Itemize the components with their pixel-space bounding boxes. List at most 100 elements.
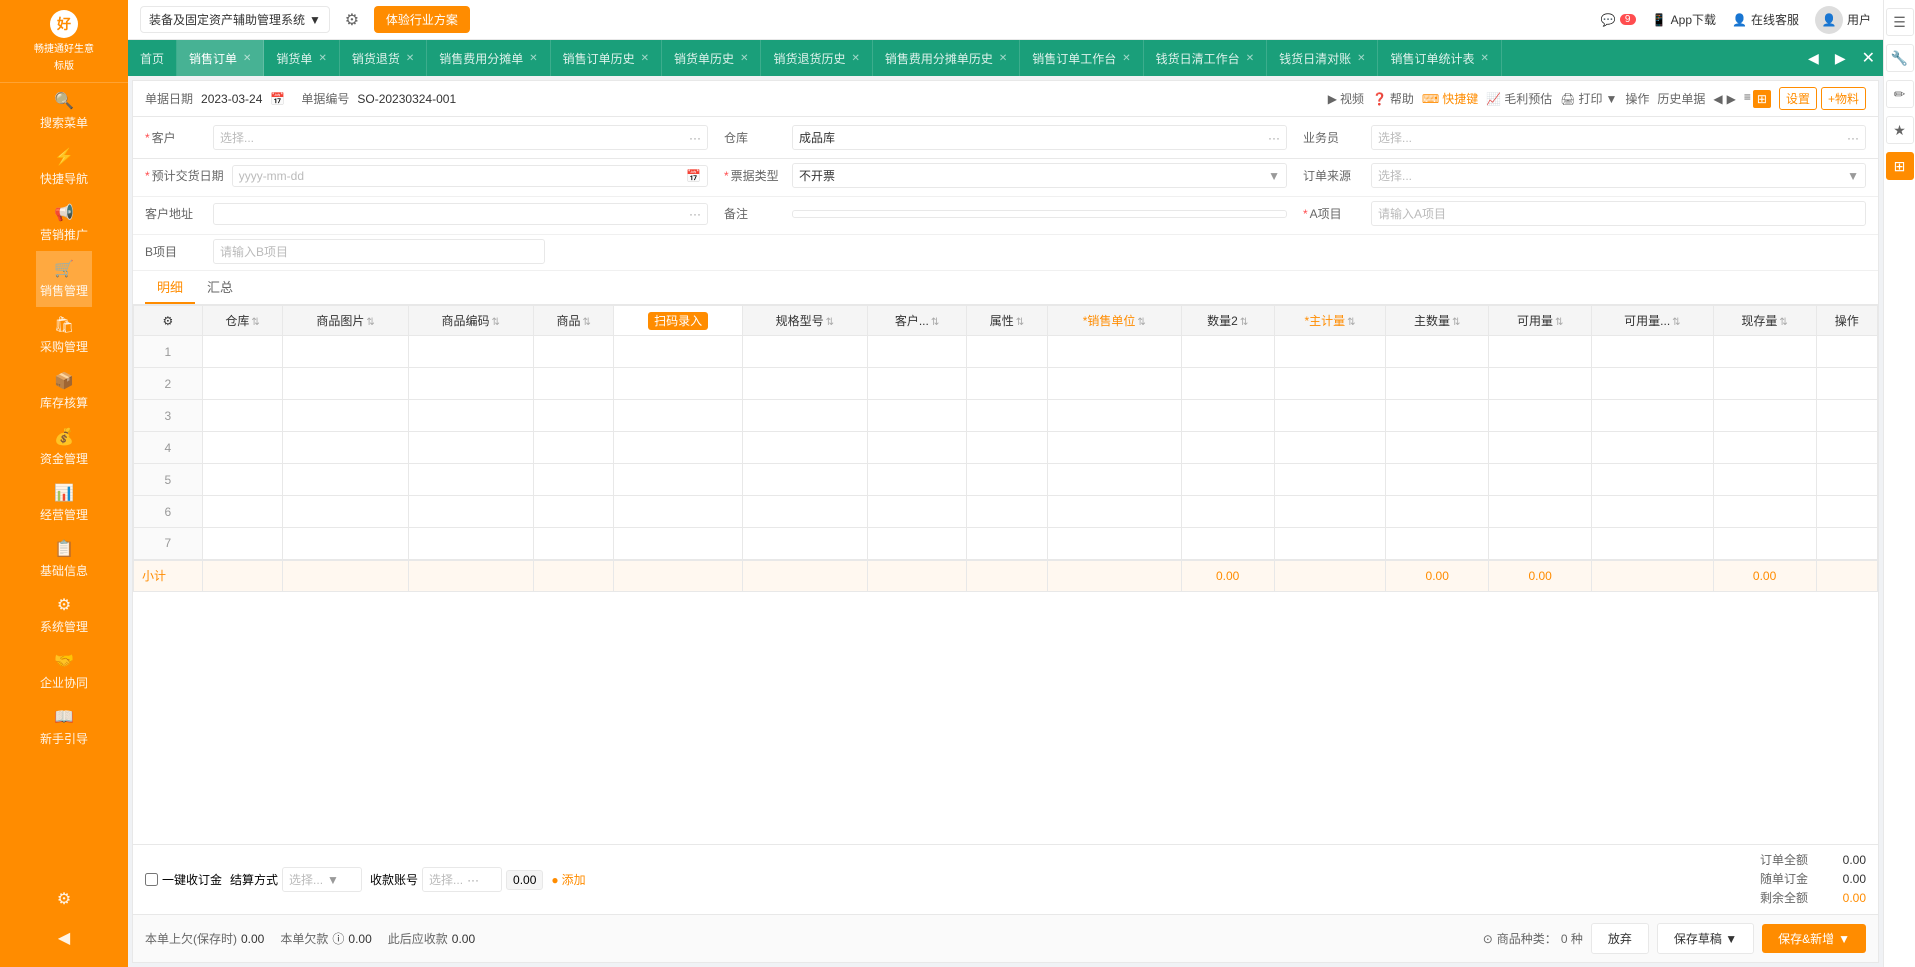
tab-close-icon[interactable]: ✕ bbox=[851, 53, 859, 64]
settings-button[interactable]: ⚙ bbox=[338, 6, 366, 34]
tab-销售费用分摊单历史[interactable]: 销售费用分摊单历史✕ bbox=[873, 40, 1020, 76]
app-download-action[interactable]: 📱 App下载 bbox=[1652, 11, 1716, 28]
history-btn[interactable]: 历史单据 bbox=[1657, 90, 1705, 107]
sidebar-item-营销推广[interactable]: 📢营销推广 bbox=[36, 195, 92, 251]
tab-销售订单历史[interactable]: 销售订单历史✕ bbox=[551, 40, 662, 76]
tab-钱货日清工作台[interactable]: 钱货日清工作台✕ bbox=[1144, 40, 1267, 76]
help-btn[interactable]: ❓ 帮助 bbox=[1372, 90, 1414, 107]
tab-prev-btn[interactable]: ◀ bbox=[1800, 50, 1827, 67]
tab-close-all-btn[interactable]: ✕ bbox=[1854, 48, 1883, 68]
sidebar-item-资金管理[interactable]: 💰资金管理 bbox=[36, 419, 92, 475]
add-item-btn[interactable]: +物料 bbox=[1821, 87, 1866, 110]
account-select[interactable]: 选择... ··· bbox=[422, 867, 502, 892]
quick-pay-checkbox[interactable]: 一键收订金 bbox=[145, 871, 222, 888]
settlement-select[interactable]: 选择... ▼ bbox=[282, 867, 362, 892]
app-selector[interactable]: 装备及固定资产辅助管理系统 ▼ bbox=[140, 6, 330, 33]
tab-首页[interactable]: 首页 bbox=[128, 40, 177, 76]
tab-销货退货[interactable]: 销货退货✕ bbox=[340, 40, 427, 76]
tab-close-icon[interactable]: ✕ bbox=[318, 53, 326, 64]
discard-button[interactable]: 放弃 bbox=[1591, 923, 1649, 954]
ops-btn[interactable]: 操作 bbox=[1625, 90, 1649, 107]
tab-销售费用分摊单[interactable]: 销售费用分摊单✕ bbox=[427, 40, 550, 76]
tab-close-icon[interactable]: ✕ bbox=[1481, 53, 1489, 64]
sidebar-settings[interactable]: ⚙ bbox=[0, 881, 128, 920]
prev-record-btn[interactable]: ◀ bbox=[1713, 92, 1722, 106]
invoice-type-input[interactable]: 不开票 ▼ bbox=[792, 163, 1287, 188]
cell-customer_code bbox=[867, 336, 966, 368]
tab-销售订单统计表[interactable]: 销售订单统计表✕ bbox=[1378, 40, 1501, 76]
tab-close-icon[interactable]: ✕ bbox=[999, 53, 1007, 64]
quick-pay-check[interactable] bbox=[145, 873, 158, 886]
order-table: ⚙仓库⇅商品图片⇅商品编码⇅商品⇅扫码录入规格型号⇅客户...⇅属性⇅*销售单位… bbox=[133, 305, 1878, 592]
sidebar-collapse[interactable]: ◀ bbox=[0, 920, 128, 959]
salesperson-input[interactable]: 选择... ··· bbox=[1371, 125, 1866, 150]
shortcut-btn[interactable]: ⌨ 快捷键 bbox=[1422, 90, 1478, 107]
date-value[interactable]: 2023-03-24 bbox=[201, 92, 262, 106]
sidebar-icon: 📋 bbox=[54, 539, 74, 559]
order-source-input[interactable]: 选择... ▼ bbox=[1371, 163, 1866, 188]
save-new-button[interactable]: 保存&新增 ▼ bbox=[1762, 924, 1866, 953]
print-btn[interactable]: 🖨 打印 ▼ bbox=[1560, 90, 1617, 107]
sidebar-item-采购管理[interactable]: 🛍采购管理 bbox=[36, 307, 92, 363]
panel-btn-4[interactable]: ★ bbox=[1886, 116, 1914, 144]
tab-销售订单[interactable]: 销售订单✕ bbox=[177, 40, 264, 76]
detail-tab-明细[interactable]: 明细 bbox=[145, 271, 195, 304]
message-icon: 💬 bbox=[1601, 13, 1616, 27]
panel-btn-5[interactable]: ⊞ bbox=[1886, 152, 1914, 180]
deposit-value: 0.00 bbox=[1816, 872, 1866, 886]
customer-input[interactable]: 选择... ··· bbox=[213, 125, 708, 150]
delivery-date-input[interactable]: yyyy-mm-dd 📅 bbox=[232, 165, 708, 187]
customer-addr-input[interactable]: ··· bbox=[213, 203, 708, 225]
list-view-btn[interactable]: ≡ bbox=[1744, 90, 1751, 108]
panel-btn-1[interactable]: ☰ bbox=[1886, 8, 1914, 36]
tab-close-icon[interactable]: ✕ bbox=[1357, 53, 1365, 64]
industry-button[interactable]: 体验行业方案 bbox=[374, 6, 470, 33]
sidebar-item-新手引导[interactable]: 📖新手引导 bbox=[36, 699, 92, 755]
sidebar-item-经营管理[interactable]: 📊经营管理 bbox=[36, 475, 92, 531]
tab-arrows: ◀ ▶ ✕ bbox=[1800, 40, 1883, 76]
col-scan: 扫码录入 bbox=[614, 306, 742, 336]
panel-btn-3[interactable]: ✏ bbox=[1886, 80, 1914, 108]
save-draft-button[interactable]: 保存草稿 ▼ bbox=[1657, 923, 1754, 954]
sidebar-item-企业协同[interactable]: 🤝企业协同 bbox=[36, 643, 92, 699]
sidebar-item-系统管理[interactable]: ⚙系统管理 bbox=[36, 587, 92, 643]
subtotal-qty2: 0.00 bbox=[1181, 560, 1274, 592]
tab-销售订单工作台[interactable]: 销售订单工作台✕ bbox=[1020, 40, 1143, 76]
tab-close-icon[interactable]: ✕ bbox=[406, 53, 414, 64]
col-settings-icon[interactable]: ⚙ bbox=[163, 314, 174, 328]
next-record-btn[interactable]: ▶ bbox=[1727, 92, 1736, 106]
messages-action[interactable]: 💬 9 bbox=[1601, 13, 1636, 27]
view-btn[interactable]: ▶ 视频 bbox=[1328, 90, 1364, 107]
grid-view-btn[interactable]: ⊞ bbox=[1753, 90, 1771, 108]
tab-next-btn[interactable]: ▶ bbox=[1827, 50, 1854, 67]
memo-input[interactable] bbox=[792, 210, 1287, 218]
sidebar-item-库存核算[interactable]: 📦库存核算 bbox=[36, 363, 92, 419]
add-button[interactable]: ● 添加 bbox=[551, 871, 585, 888]
tab-close-icon[interactable]: ✕ bbox=[1122, 53, 1130, 64]
a-project-input[interactable]: 请输入A项目 bbox=[1371, 201, 1866, 226]
tab-close-icon[interactable]: ✕ bbox=[243, 53, 251, 64]
tab-close-icon[interactable]: ✕ bbox=[641, 53, 649, 64]
print-label: 打印 bbox=[1578, 90, 1602, 107]
warehouse-input[interactable]: 成品库 ··· bbox=[792, 125, 1287, 150]
setup-action-btn[interactable]: 设置 bbox=[1779, 87, 1817, 110]
sidebar-item-快捷导航[interactable]: ⚡快捷导航 bbox=[36, 139, 92, 195]
b-project-input[interactable]: 请输入B项目 bbox=[213, 239, 545, 264]
profit-btn[interactable]: 📈 毛利预估 bbox=[1486, 90, 1552, 107]
detail-tab-汇总[interactable]: 汇总 bbox=[195, 271, 245, 304]
user-action[interactable]: 👤 用户 bbox=[1815, 6, 1871, 34]
tab-钱货日清对账[interactable]: 钱货日清对账✕ bbox=[1267, 40, 1378, 76]
tab-销货单历史[interactable]: 销货单历史✕ bbox=[662, 40, 761, 76]
online-service-action[interactable]: 👤 在线客服 bbox=[1732, 11, 1799, 28]
tab-销货单[interactable]: 销货单✕ bbox=[264, 40, 339, 76]
sidebar-item-基础信息[interactable]: 📋基础信息 bbox=[36, 531, 92, 587]
tab-close-icon[interactable]: ✕ bbox=[740, 53, 748, 64]
cell-stock bbox=[1713, 432, 1816, 464]
sidebar-item-搜索菜单[interactable]: 🔍搜索菜单 bbox=[36, 83, 92, 139]
tab-close-icon[interactable]: ✕ bbox=[1246, 53, 1254, 64]
tab-销货退货历史[interactable]: 销货退货历史✕ bbox=[761, 40, 872, 76]
sidebar-item-销售管理[interactable]: 🛒销售管理 bbox=[36, 251, 92, 307]
col-settings[interactable]: ⚙ bbox=[134, 306, 203, 336]
tab-close-icon[interactable]: ✕ bbox=[529, 53, 537, 64]
panel-btn-2[interactable]: 🔧 bbox=[1886, 44, 1914, 72]
